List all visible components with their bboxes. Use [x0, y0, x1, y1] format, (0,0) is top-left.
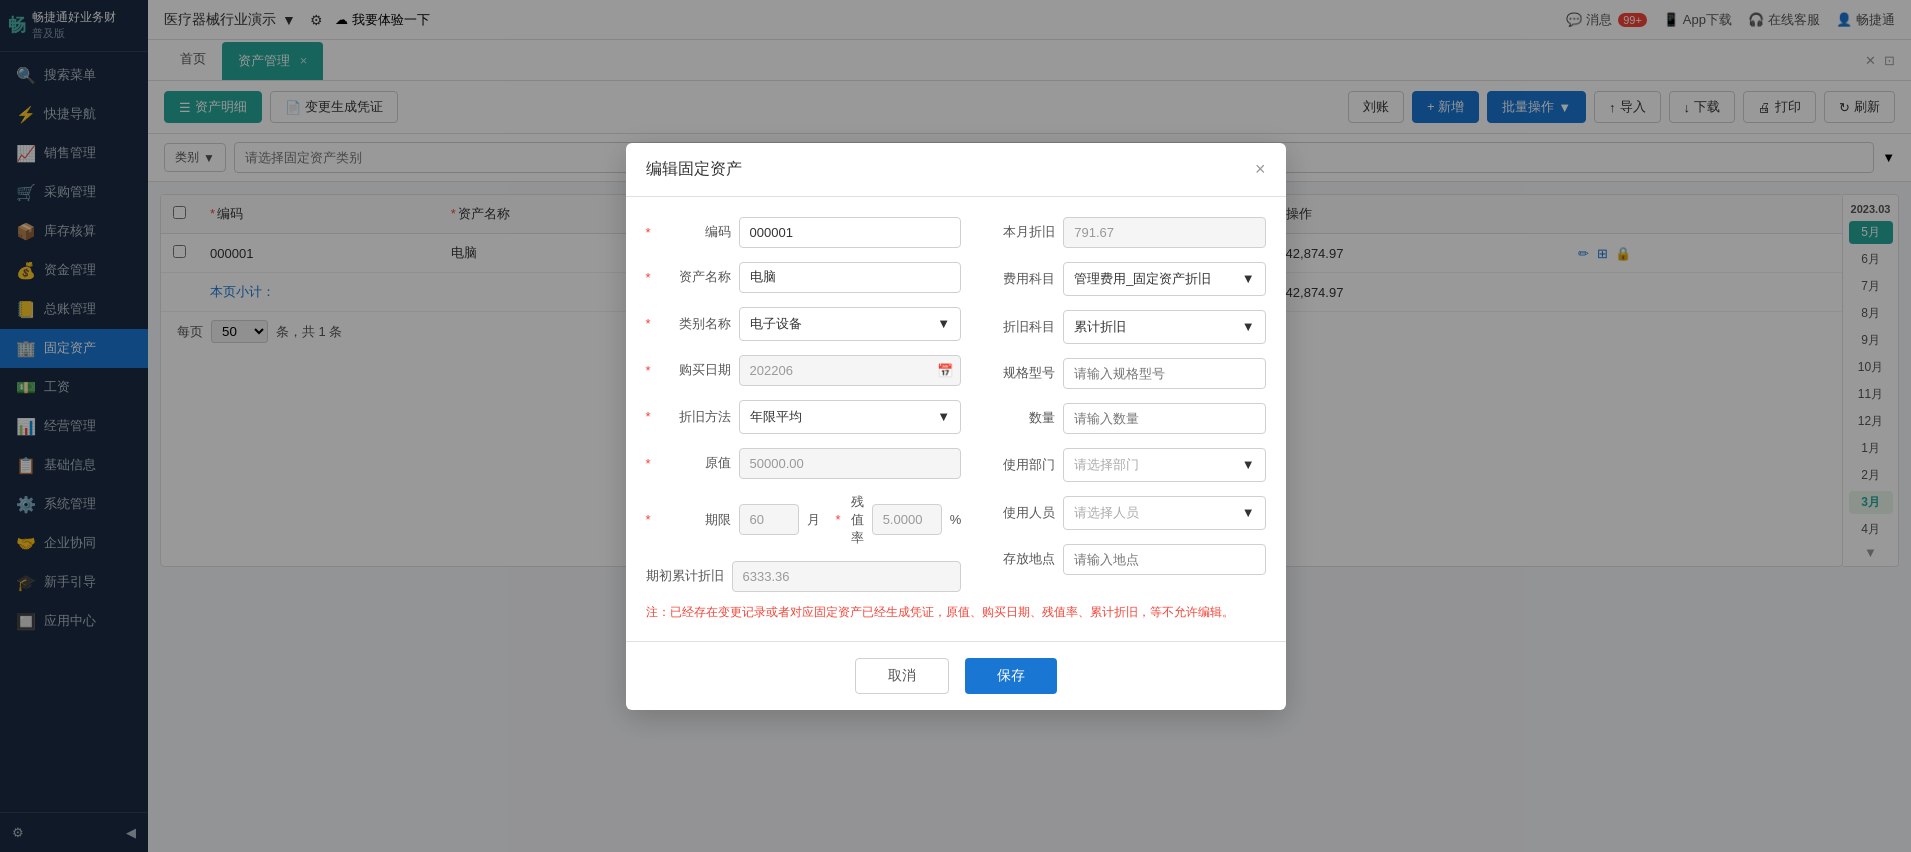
code-input[interactable]: [739, 217, 962, 248]
department-select[interactable]: 请选择部门 ▼: [1063, 448, 1265, 482]
initial-depreciation-input[interactable]: [732, 561, 962, 592]
user-select[interactable]: 请选择人员 ▼: [1063, 496, 1265, 530]
field-code: * 编码: [646, 217, 962, 248]
quantity-input[interactable]: [1063, 403, 1265, 434]
field-period: * 期限 月 * 残值率 %: [646, 493, 962, 547]
depreciation-method-arrow: ▼: [937, 409, 950, 424]
user-label: 使用人员: [985, 504, 1055, 522]
field-purchase-date: * 购买日期 📅: [646, 355, 962, 386]
depreciation-account-select[interactable]: 累计折旧 ▼: [1063, 310, 1265, 344]
expense-account-value: 管理费用_固定资产折旧: [1074, 270, 1211, 288]
code-label: 编码: [661, 223, 731, 241]
initial-depreciation-label: 期初累计折旧: [646, 567, 724, 585]
field-category: * 类别名称 电子设备 ▼: [646, 307, 962, 341]
dialog-header: 编辑固定资产 ×: [626, 143, 1286, 197]
expense-account-select[interactable]: 管理费用_固定资产折旧 ▼: [1063, 262, 1265, 296]
dialog-footer: 取消 保存: [626, 641, 1286, 710]
save-button[interactable]: 保存: [965, 658, 1057, 694]
field-depreciation-account: 折旧科目 累计折旧 ▼: [985, 310, 1265, 344]
location-label: 存放地点: [985, 550, 1055, 568]
field-monthly-depreciation: 本月折旧: [985, 217, 1265, 248]
purchase-date-input[interactable]: [739, 355, 962, 386]
expense-account-arrow: ▼: [1242, 271, 1255, 286]
depreciation-account-arrow: ▼: [1242, 319, 1255, 334]
depreciation-account-label: 折旧科目: [985, 318, 1055, 336]
form-col-right: 本月折旧 费用科目 管理费用_固定资产折旧 ▼ 折旧科目: [985, 217, 1265, 592]
monthly-depreciation-label: 本月折旧: [985, 223, 1055, 241]
residual-rate-input[interactable]: [872, 504, 942, 535]
asset-name-input[interactable]: [739, 262, 962, 293]
field-location: 存放地点: [985, 544, 1265, 575]
category-label: 类别名称: [661, 315, 731, 333]
field-spec: 规格型号: [985, 358, 1265, 389]
calendar-icon[interactable]: 📅: [937, 363, 953, 378]
residual-rate-unit: %: [950, 512, 962, 527]
category-arrow-icon: ▼: [937, 316, 950, 331]
category-value: 电子设备: [750, 315, 802, 333]
department-arrow: ▼: [1242, 457, 1255, 472]
user-arrow: ▼: [1242, 505, 1255, 520]
spec-label: 规格型号: [985, 364, 1055, 382]
category-select[interactable]: 电子设备 ▼: [739, 307, 962, 341]
location-input[interactable]: [1063, 544, 1265, 575]
field-user: 使用人员 请选择人员 ▼: [985, 496, 1265, 530]
depreciation-method-label: 折旧方法: [661, 408, 731, 426]
field-original-value: * 原值: [646, 448, 962, 479]
field-department: 使用部门 请选择部门 ▼: [985, 448, 1265, 482]
depreciation-method-value: 年限平均: [750, 408, 802, 426]
purchase-date-label: 购买日期: [661, 361, 731, 379]
quantity-label: 数量: [985, 409, 1055, 427]
period-label: 期限: [661, 511, 731, 529]
form-col-left: * 编码 * 资产名称 * 类别名称 电子: [646, 217, 962, 592]
form-grid: * 编码 * 资产名称 * 类别名称 电子: [646, 217, 1266, 592]
original-value-input[interactable]: [739, 448, 962, 479]
edit-asset-dialog: 编辑固定资产 × * 编码 * 资产名称: [626, 143, 1286, 710]
cancel-button[interactable]: 取消: [855, 658, 949, 694]
dialog-title: 编辑固定资产: [646, 159, 742, 180]
form-note: 注：已经存在变更记录或者对应固定资产已经生成凭证，原值、购买日期、残值率、累计折…: [646, 592, 1266, 621]
department-placeholder: 请选择部门: [1074, 456, 1139, 474]
department-label: 使用部门: [985, 456, 1055, 474]
dialog-overlay: 编辑固定资产 × * 编码 * 资产名称: [0, 0, 1911, 852]
dialog-body: * 编码 * 资产名称 * 类别名称 电子: [626, 197, 1286, 641]
original-value-label: 原值: [661, 454, 731, 472]
spec-input[interactable]: [1063, 358, 1265, 389]
depreciation-method-select[interactable]: 年限平均 ▼: [739, 400, 962, 434]
depreciation-account-value: 累计折旧: [1074, 318, 1126, 336]
asset-name-label: 资产名称: [661, 268, 731, 286]
user-placeholder: 请选择人员: [1074, 504, 1139, 522]
expense-account-label: 费用科目: [985, 270, 1055, 288]
field-initial-depreciation: 期初累计折旧: [646, 561, 962, 592]
field-expense-account: 费用科目 管理费用_固定资产折旧 ▼: [985, 262, 1265, 296]
period-input[interactable]: [739, 504, 799, 535]
field-depreciation-method: * 折旧方法 年限平均 ▼: [646, 400, 962, 434]
monthly-depreciation-input: [1063, 217, 1265, 248]
period-unit: 月: [807, 511, 820, 529]
dialog-close-btn[interactable]: ×: [1255, 159, 1266, 180]
field-asset-name: * 资产名称: [646, 262, 962, 293]
residual-rate-label: 残值率: [851, 493, 864, 547]
field-quantity: 数量: [985, 403, 1265, 434]
